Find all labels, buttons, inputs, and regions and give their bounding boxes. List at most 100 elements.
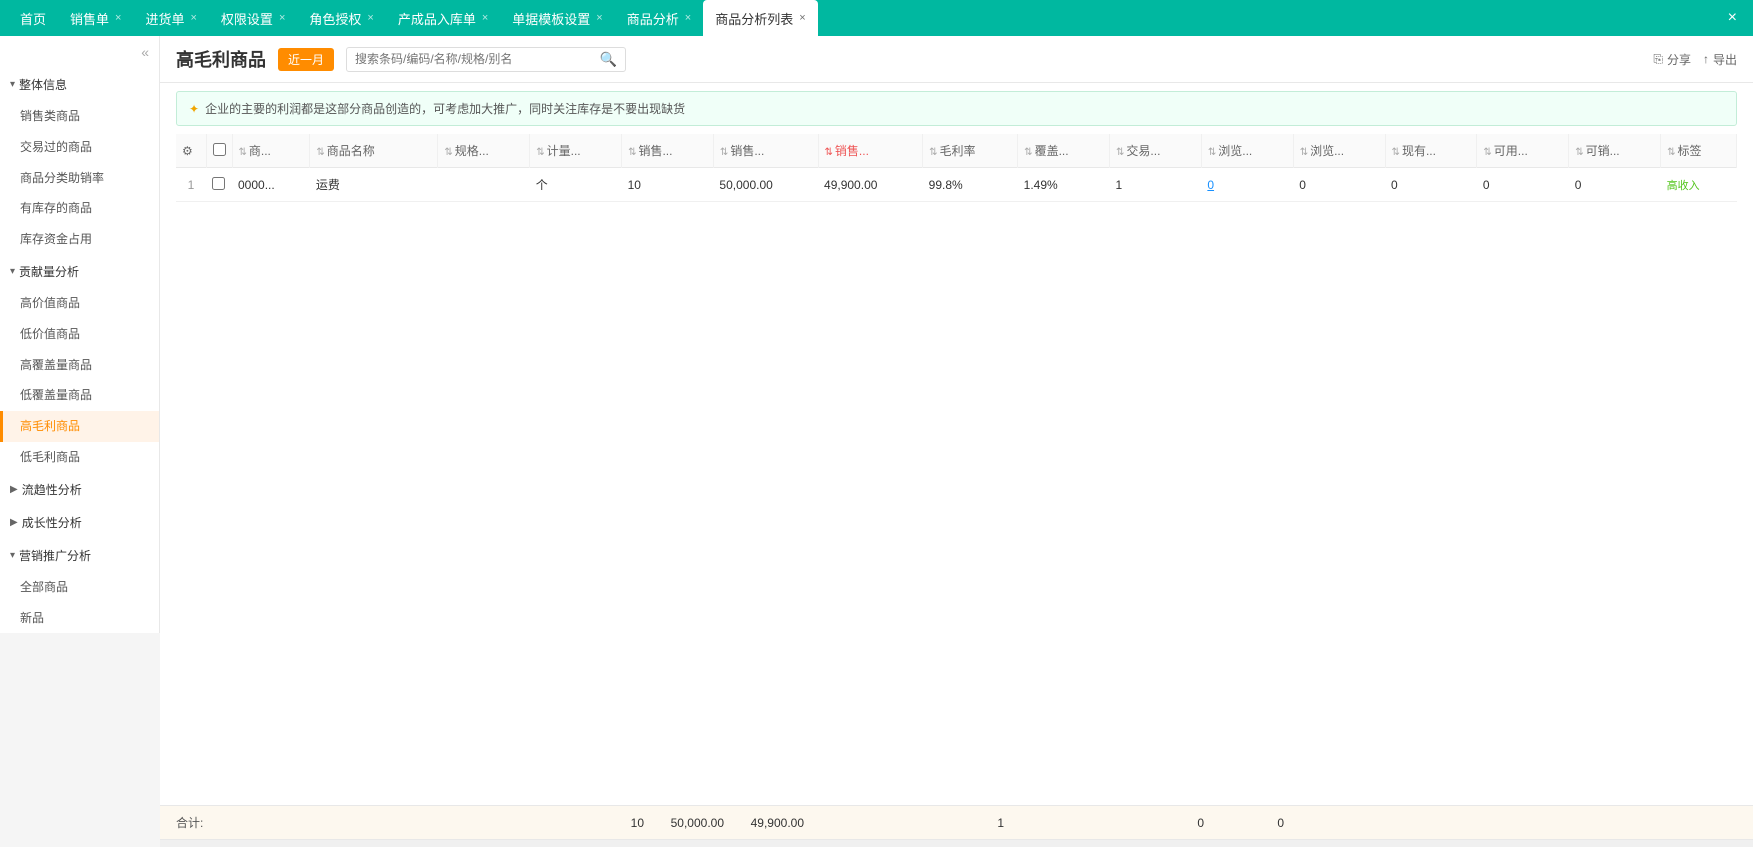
th-current-stock[interactable]: ⇅现有... [1385,134,1477,168]
footer-sales-profit: 49,900.00 [730,816,810,830]
cell-sales-profit: 49,900.00 [818,168,923,202]
search-icon[interactable]: 🔍 [600,51,617,68]
product-table: ⚙ ⇅商... ⇅商品名称 ⇅规格... ⇅计量... ⇅销售... ⇅销售..… [176,134,1737,202]
cell-sales-qty: 10 [622,168,714,202]
sidebar-item-all-goods[interactable]: 全部商品 [0,572,159,603]
nav-item-permissions[interactable]: 权限设置 × [209,0,297,36]
close-product-analysis-tab[interactable]: × [685,12,691,24]
sidebar-group-growth[interactable]: ▶ 成长性分析 [0,506,159,539]
info-banner: ✦ 企业的主要的利润都是这部分商品创造的，可考虑加大推广，同时关注库存是不要出现… [176,91,1737,126]
sidebar-group-trend[interactable]: ▶ 流趋性分析 [0,473,159,506]
cell-sellable-stock: 0 [1569,168,1661,202]
footer-summary: 合计: 10 50,000.00 49,900.00 1 0 0 [160,805,1753,839]
footer-sales-amount: 50,000.00 [650,816,730,830]
row-checkbox[interactable] [212,177,225,190]
nav-item-purchase[interactable]: 进货单 × [133,0,208,36]
sidebar-item-traded-goods[interactable]: 交易过的商品 [0,132,159,163]
cell-tag: 高收入 [1661,168,1737,202]
sidebar-item-high-margin[interactable]: 高毛利商品 [0,411,159,442]
footer-label: 合计: [176,814,256,831]
close-purchase-tab[interactable]: × [190,12,196,24]
period-button[interactable]: 近一月 [278,48,334,71]
close-sales-tab[interactable]: × [115,12,121,24]
close-window-button[interactable]: × [1720,9,1745,27]
sidebar-group-overall[interactable]: ▾ 整体信息 [0,68,159,101]
sidebar-wrapper: « ▾ 整体信息 销售类商品 交易过的商品 商品分类助销率 有库存的商品 库存资… [0,36,160,847]
th-transactions[interactable]: ⇅交易... [1110,134,1202,168]
th-views1[interactable]: ⇅浏览... [1201,134,1293,168]
sidebar-item-high-coverage[interactable]: 高覆盖量商品 [0,350,159,381]
cell-checkbox[interactable] [206,168,232,202]
export-button[interactable]: ↑ 导出 [1703,51,1737,68]
share-icon: ⎘ [1653,52,1663,67]
content-header: 高毛利商品 近一月 🔍 ⎘ 分享 ↑ 导出 [160,36,1753,83]
nav-item-finished-goods[interactable]: 产成品入库单 × [386,0,500,36]
sidebar-group-contribution[interactable]: ▾ 贡献量分析 [0,255,159,288]
sidebar-item-category-rate[interactable]: 商品分类助销率 [0,163,159,194]
sidebar-item-in-stock-goods[interactable]: 有库存的商品 [0,193,159,224]
cell-available-stock: 0 [1477,168,1569,202]
cell-current-stock: 0 [1385,168,1477,202]
page-title: 高毛利商品 [176,46,266,72]
table-header-row: ⚙ ⇅商... ⇅商品名称 ⇅规格... ⇅计量... ⇅销售... ⇅销售..… [176,134,1737,168]
th-coverage[interactable]: ⇅覆盖... [1018,134,1110,168]
th-sales-profit[interactable]: ⇅销售... [818,134,923,168]
sidebar-collapse-header[interactable]: « [0,36,159,68]
sidebar-item-high-value[interactable]: 高价值商品 [0,288,159,319]
sidebar-group-marketing[interactable]: ▾ 营销推广分析 [0,539,159,572]
sidebar-item-low-value[interactable]: 低价值商品 [0,319,159,350]
th-available-stock[interactable]: ⇅可用... [1477,134,1569,168]
th-tag[interactable]: ⇅标签 [1661,134,1737,168]
close-product-analysis-list-tab[interactable]: × [799,12,805,24]
collapse-icon[interactable]: « [141,44,149,60]
cell-views1[interactable]: 0 [1201,168,1293,202]
chevron-right-icon-growth: ▶ [10,517,18,528]
share-button[interactable]: ⎘ 分享 [1653,51,1691,68]
search-input[interactable] [355,52,600,66]
th-spec[interactable]: ⇅规格... [438,134,530,168]
nav-item-template-settings[interactable]: 单据模板设置 × [500,0,614,36]
settings-icon[interactable]: ⚙ [182,144,193,158]
cell-code: 0000... [232,168,310,202]
sidebar: « ▾ 整体信息 销售类商品 交易过的商品 商品分类助销率 有库存的商品 库存资… [0,36,160,633]
th-checkbox[interactable] [206,134,232,168]
sidebar-item-new-goods[interactable]: 新品 [0,603,159,634]
th-sales-qty[interactable]: ⇅销售... [622,134,714,168]
footer-current-stock: 0 [1130,816,1210,830]
cell-gross-margin: 99.8% [923,168,1018,202]
cell-transactions: 1 [1110,168,1202,202]
th-settings[interactable]: ⚙ [176,134,206,168]
th-code[interactable]: ⇅商... [232,134,310,168]
search-box: 🔍 [346,47,626,72]
table-container[interactable]: ⚙ ⇅商... ⇅商品名称 ⇅规格... ⇅计量... ⇅销售... ⇅销售..… [160,134,1753,805]
close-finished-goods-tab[interactable]: × [482,12,488,24]
cell-unit: 个 [530,168,622,202]
nav-item-roles[interactable]: 角色授权 × [297,0,385,36]
sidebar-item-low-coverage[interactable]: 低覆盖量商品 [0,380,159,411]
close-permissions-tab[interactable]: × [279,12,285,24]
footer-available-stock: 0 [1210,816,1290,830]
nav-item-product-analysis[interactable]: 商品分析 × [615,0,703,36]
th-gross-margin[interactable]: ⇅毛利率 [923,134,1018,168]
nav-item-sales[interactable]: 销售单 × [58,0,133,36]
table-row: 1 0000... 运费 个 10 50,000.00 49,900.00 99… [176,168,1737,202]
sidebar-item-low-margin[interactable]: 低毛利商品 [0,442,159,473]
sidebar-item-inventory-capital[interactable]: 库存资金占用 [0,224,159,255]
th-unit[interactable]: ⇅计量... [530,134,622,168]
main-layout: « ▾ 整体信息 销售类商品 交易过的商品 商品分类助销率 有库存的商品 库存资… [0,36,1753,847]
th-views2[interactable]: ⇅浏览... [1293,134,1385,168]
th-sellable-stock[interactable]: ⇅可销... [1569,134,1661,168]
nav-item-home[interactable]: 首页 [8,0,58,36]
sidebar-item-sales-goods[interactable]: 销售类商品 [0,101,159,132]
nav-item-product-analysis-list[interactable]: 商品分析列表 × [703,0,817,36]
cell-name: 运费 [310,168,438,202]
header-actions: ⎘ 分享 ↑ 导出 [1653,51,1737,68]
bottom-scrollbar[interactable] [160,839,1753,847]
select-all-checkbox[interactable] [213,143,226,156]
close-template-settings-tab[interactable]: × [596,12,602,24]
th-name[interactable]: ⇅商品名称 [310,134,438,168]
close-roles-tab[interactable]: × [367,12,373,24]
th-sales-amount[interactable]: ⇅销售... [713,134,818,168]
cell-spec [438,168,530,202]
footer-sales-qty: 10 [570,816,650,830]
